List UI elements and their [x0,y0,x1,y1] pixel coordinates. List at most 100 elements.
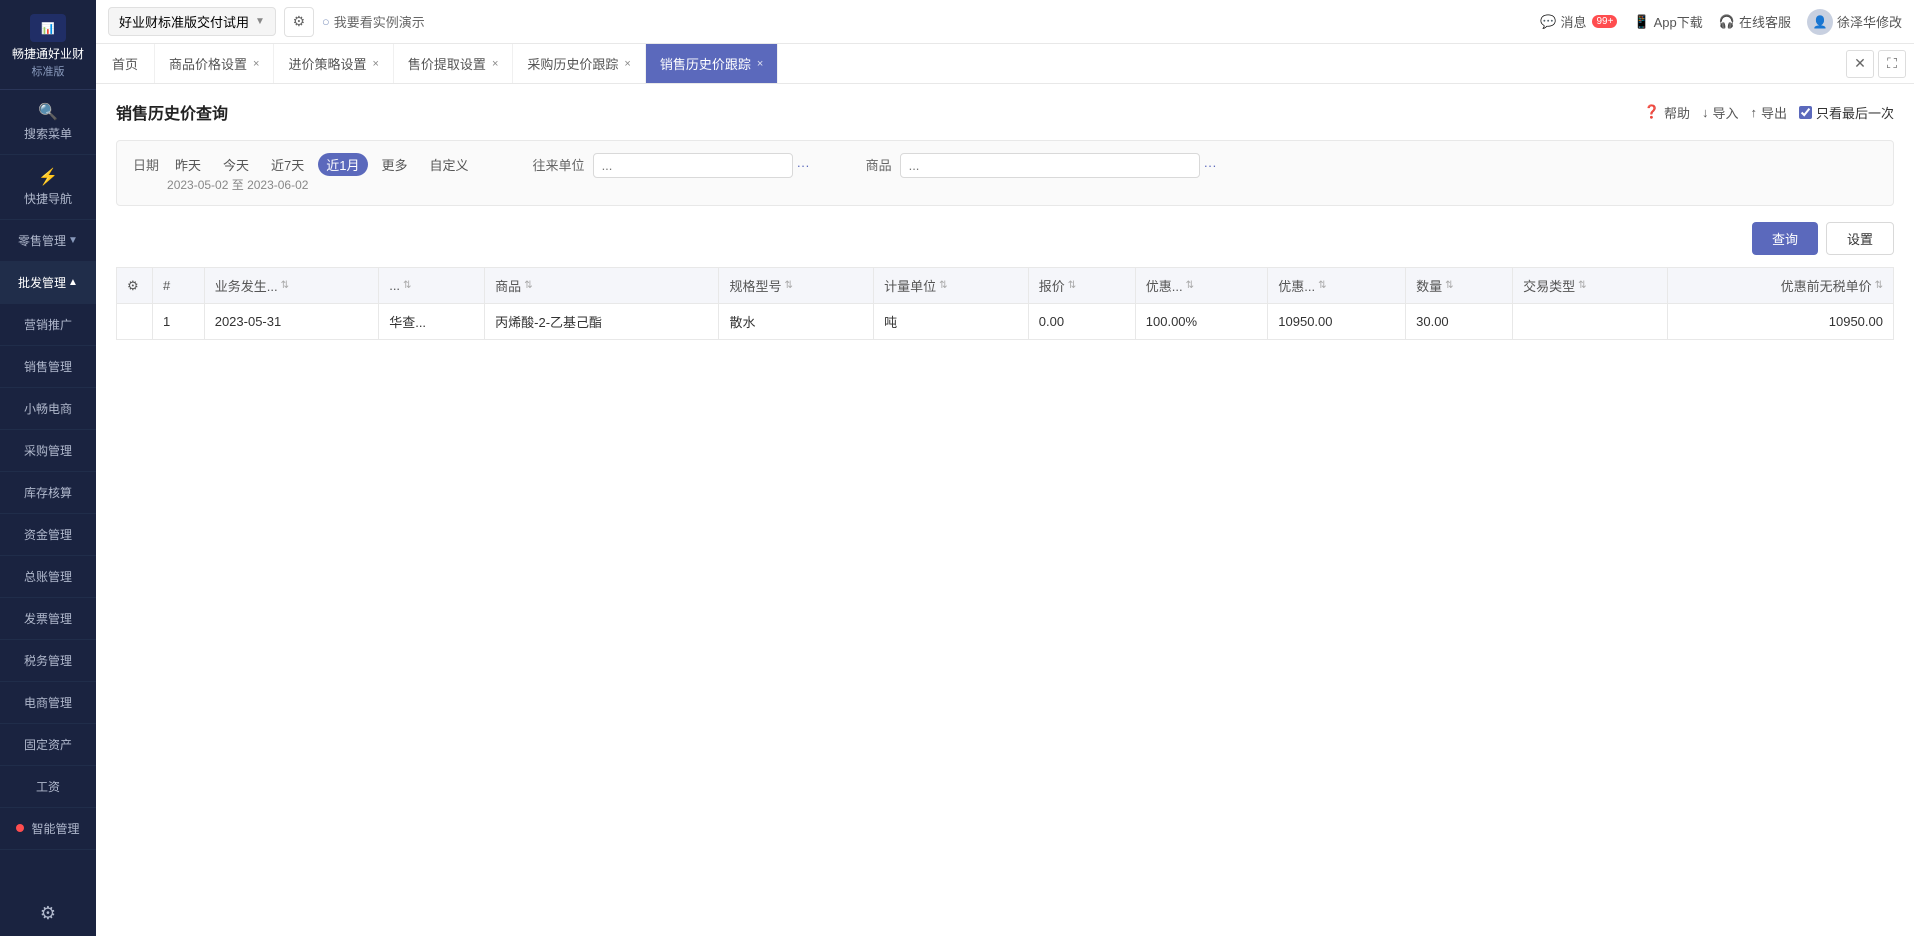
demo-btn[interactable]: ○ 我要看实例演示 [322,12,425,31]
product-input[interactable] [900,153,1200,178]
tab-sale-extract[interactable]: 售价提取设置 × [394,44,513,84]
user-profile-btn[interactable]: 👤 徐泽华修改 [1807,9,1902,35]
topbar-settings-btn[interactable]: ⚙ [284,7,314,37]
sidebar-item-purchase[interactable]: 采购管理 [0,430,96,472]
app-download-btn[interactable]: 📱 App下载 [1633,12,1702,31]
tab-purchase-strategy-close-icon[interactable]: × [372,58,378,70]
tab-sale-extract-close-icon[interactable]: × [492,58,498,70]
export-btn[interactable]: ↑ 导出 [1750,103,1787,122]
sort-icon-pretax-price: ⇅ [1875,280,1883,291]
sidebar-item-payroll[interactable]: 工资 [0,766,96,808]
th-more-cols[interactable]: ... ⇅ [379,268,485,304]
sidebar-item-accounts-label: 总账管理 [4,568,92,585]
sidebar-item-inventory[interactable]: 库存核算 [0,472,96,514]
sidebar-item-wholesale[interactable]: 批发管理 ▲ [0,262,96,304]
th-discount-rate[interactable]: 优惠... ⇅ [1135,268,1268,304]
date-option-today[interactable]: 今天 [215,153,257,176]
product-filter-block: 商品 ··· [866,153,1217,178]
th-unit[interactable]: 计量单位 ⇅ [874,268,1029,304]
only-last-checkbox-wrap[interactable]: 只看最后一次 [1799,103,1894,122]
tab-purchase-strategy[interactable]: 进价策略设置 × [274,44,393,84]
sidebar-item-search[interactable]: 🔍 搜索菜单 [0,90,96,155]
sidebar-item-fixed-assets[interactable]: 固定资产 [0,724,96,766]
table-row[interactable]: 1 2023-05-31 华查... 丙烯酸-2-乙基己酯 散水 吨 0.00 … [117,304,1894,340]
page-header: 销售历史价查询 ❓ 帮助 ↓ 导入 ↑ 导出 只看最后一次 [116,100,1894,124]
page-content: 销售历史价查询 ❓ 帮助 ↓ 导入 ↑ 导出 只看最后一次 [96,84,1914,936]
data-table: ⚙ # 业务发生... ⇅ ... ⇅ [116,267,1894,340]
date-option-last1month[interactable]: 近1月 [318,153,367,176]
app-logo-sub: 标准版 [32,63,65,79]
app-selector[interactable]: 好业财标准版交付试用 ▼ [108,7,276,36]
app-selector-label: 好业财标准版交付试用 [119,12,249,31]
tab-product-price[interactable]: 商品价格设置 × [155,44,274,84]
sidebar-item-ecommerce-label: 电商管理 [4,694,92,711]
sidebar-item-quick-nav-label: 快捷导航 [4,190,92,207]
sidebar-item-ecommerce-light[interactable]: 小畅电商 [0,388,96,430]
sidebar-item-quick-nav[interactable]: ⚡ 快捷导航 [0,155,96,220]
sidebar-item-ecommerce[interactable]: 电商管理 [0,682,96,724]
row-index: 1 [153,304,205,340]
th-transaction-type[interactable]: 交易类型 ⇅ [1513,268,1668,304]
date-option-more[interactable]: 更多 [374,153,416,176]
th-product[interactable]: 商品 ⇅ [485,268,719,304]
tab-sale-history-close-icon[interactable]: × [757,58,763,70]
online-service-btn[interactable]: 🎧 在线客服 [1719,12,1791,31]
supplier-more-btn[interactable]: ··· [797,158,810,173]
query-button[interactable]: 查询 [1752,222,1818,255]
sidebar-item-retail[interactable]: 零售管理 ▼ [0,220,96,262]
user-icon: 👤 [1813,15,1828,29]
tab-maximize-btn[interactable]: ⛶ [1878,50,1906,78]
th-quantity[interactable]: 数量 ⇅ [1406,268,1513,304]
svg-text:📊: 📊 [41,22,55,35]
tab-product-price-close-icon[interactable]: × [253,58,259,70]
th-business-date[interactable]: 业务发生... ⇅ [204,268,378,304]
th-index: # [153,268,205,304]
tab-home[interactable]: 首页 [96,44,155,84]
search-icon: 🔍 [4,102,92,122]
row-pretax-price: 10950.00 [1667,304,1893,340]
row-product: 丙烯酸-2-乙基己酯 [485,304,719,340]
tab-sale-history-label: 销售历史价跟踪 [660,54,751,73]
tab-purchase-history[interactable]: 采购历史价跟踪 × [513,44,645,84]
th-pretax-price[interactable]: 优惠前无税单价 ⇅ [1667,268,1893,304]
th-discount-price[interactable]: 优惠... ⇅ [1268,268,1406,304]
supplier-input[interactable] [593,153,793,178]
topbar-left: 好业财标准版交付试用 ▼ ⚙ ○ 我要看实例演示 [108,7,1532,37]
sidebar-item-sales-mgmt-label: 销售管理 [4,358,92,375]
tab-purchase-history-close-icon[interactable]: × [624,58,630,70]
product-more-btn[interactable]: ··· [1204,158,1217,173]
message-btn[interactable]: 💬 消息 99+ [1540,12,1617,31]
row-discount-rate: 100.00% [1135,304,1268,340]
row-transaction-type [1513,304,1668,340]
date-option-custom[interactable]: 自定义 [422,153,477,176]
th-gear[interactable]: ⚙ [117,268,153,304]
sidebar-settings-btn[interactable]: ⚙ [0,891,96,936]
filter-bar: 日期 昨天 今天 近7天 近1月 更多 自定义 2023-05-02 至 202… [116,140,1894,206]
th-business-date-label: 业务发生... [215,276,278,295]
sidebar-item-accounts[interactable]: 总账管理 [0,556,96,598]
sidebar-item-smart-mgmt[interactable]: 智能管理 [0,808,96,850]
th-spec[interactable]: 规格型号 ⇅ [719,268,874,304]
tab-sale-extract-label: 售价提取设置 [408,54,486,73]
date-option-yesterday[interactable]: 昨天 [167,153,209,176]
sort-icon-more-cols: ⇅ [403,280,411,291]
tab-close-window-btn[interactable]: ✕ [1846,50,1874,78]
sidebar-item-retail-label: 零售管理 [18,232,66,249]
sidebar-item-sales-mgmt[interactable]: 销售管理 [0,346,96,388]
th-price[interactable]: 报价 ⇅ [1028,268,1135,304]
help-btn[interactable]: ❓ 帮助 [1644,103,1690,122]
sidebar-item-fixed-assets-label: 固定资产 [4,736,92,753]
sidebar-item-marketing[interactable]: 营销推广 [0,304,96,346]
import-btn[interactable]: ↓ 导入 [1702,103,1739,122]
tab-purchase-strategy-label: 进价策略设置 [288,54,366,73]
sidebar-item-tax[interactable]: 税务管理 [0,640,96,682]
tab-sale-history[interactable]: 销售历史价跟踪 × [646,44,778,84]
sidebar-item-purchase-label: 采购管理 [4,442,92,459]
only-last-checkbox[interactable] [1799,106,1812,119]
sort-icon-spec: ⇅ [785,280,793,291]
date-option-last7days[interactable]: 近7天 [263,153,312,176]
sidebar-item-invoice[interactable]: 发票管理 [0,598,96,640]
only-last-label: 只看最后一次 [1816,103,1894,122]
settings-button[interactable]: 设置 [1826,222,1894,255]
sidebar-item-funds[interactable]: 资金管理 [0,514,96,556]
